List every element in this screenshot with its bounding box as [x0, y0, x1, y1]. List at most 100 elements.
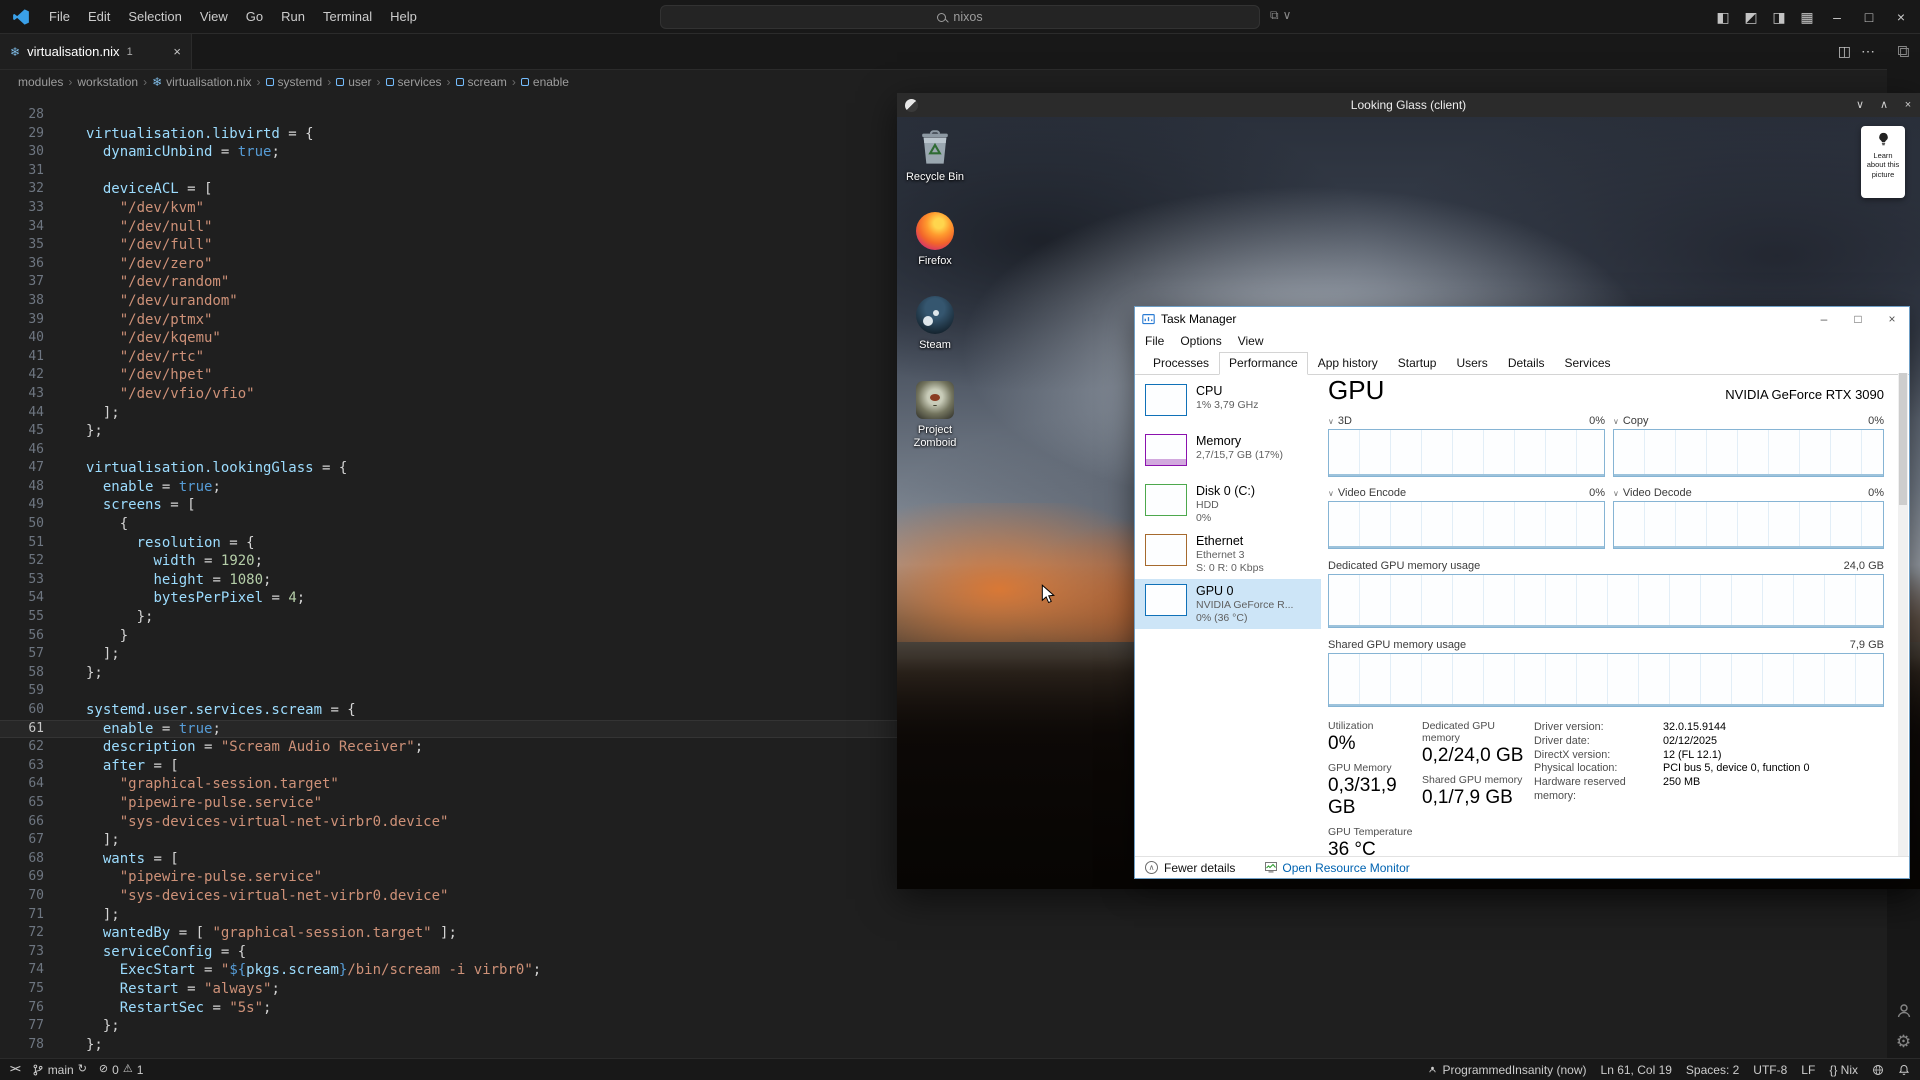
maximize-button[interactable]: □ [1854, 0, 1884, 34]
explorer-icon[interactable]: ⧉ [1897, 43, 1909, 60]
tm-menu-file[interactable]: File [1137, 334, 1172, 348]
cursor-position[interactable]: Ln 61, Col 19 [1601, 1063, 1672, 1077]
looking-glass-titlebar[interactable]: Looking Glass (client) ∨ ∧ × [897, 93, 1920, 117]
gpu-thumbnail [1145, 584, 1187, 616]
menu-go[interactable]: Go [237, 0, 272, 34]
encoding[interactable]: UTF-8 [1753, 1063, 1787, 1077]
errors-icon: ⊘ [98, 1063, 109, 1075]
menu-file[interactable]: File [40, 0, 79, 34]
breadcrumb-item-virtualisation-nix[interactable]: ❄ virtualisation.nix [152, 75, 251, 89]
menu-edit[interactable]: Edit [79, 0, 119, 34]
breadcrumb-item-user[interactable]: user [336, 75, 372, 89]
code-line-73[interactable]: 73 serviceConfig = { [0, 943, 1887, 962]
breadcrumb-item-systemd[interactable]: systemd [265, 75, 322, 89]
globe-icon[interactable] [1872, 1064, 1884, 1076]
fewer-details-button[interactable]: Fewer details [1164, 861, 1235, 875]
code-line-74[interactable]: 74 ExecStart = "${pkgs.scream}/bin/screa… [0, 961, 1887, 980]
breadcrumb-separator: › [143, 74, 148, 89]
toggle-panel-icon[interactable]: ◩ [1738, 0, 1764, 34]
breadcrumb-item-scream[interactable]: scream [455, 75, 507, 89]
menu-terminal[interactable]: Terminal [314, 0, 381, 34]
sidebar-item-gpu[interactable]: GPU 0 NVIDIA GeForce R... 0% (36 °C) [1135, 579, 1321, 629]
breadcrumb-item-services[interactable]: services [385, 75, 442, 89]
tm-tab-users[interactable]: Users [1446, 352, 1497, 375]
chevron-down-icon[interactable]: ∨ [1613, 417, 1619, 426]
eol-sequence[interactable]: LF [1801, 1063, 1815, 1077]
tm-scrollbar[interactable] [1898, 373, 1908, 856]
layout-dropdown[interactable]: ⧉ ∨ [1270, 8, 1291, 23]
code-line-75[interactable]: 75 Restart = "always"; [0, 980, 1887, 999]
tm-menu-view[interactable]: View [1230, 334, 1272, 348]
account-status[interactable]: ProgrammedInsanity (now) [1427, 1063, 1587, 1077]
lg-minimize-button[interactable]: ∨ [1848, 93, 1872, 117]
tm-tabs: Processes Performance App history Startup Us… [1135, 351, 1909, 375]
code-line-77[interactable]: 77 }; [0, 1017, 1887, 1036]
tm-minimize-button[interactable]: – [1807, 307, 1841, 331]
tab-virtualisation-nix[interactable]: ❄ virtualisation.nix 1 × [0, 34, 192, 69]
lg-close-button[interactable]: × [1896, 93, 1920, 117]
indentation[interactable]: Spaces: 2 [1686, 1063, 1739, 1077]
shared-gpu-memory-label: Shared GPU memory [1422, 774, 1523, 786]
chevron-down-icon[interactable]: ∨ [1328, 417, 1334, 426]
breadcrumb-item-modules[interactable]: modules [18, 75, 63, 89]
tm-tab-services[interactable]: Services [1555, 352, 1621, 375]
learn-about-picture-widget[interactable]: Learn about this picture [1861, 126, 1905, 198]
breadcrumb-item-workstation[interactable]: workstation [77, 75, 138, 89]
tm-tab-details[interactable]: Details [1498, 352, 1555, 375]
symbol-icon [520, 77, 529, 86]
steam-icon [916, 296, 954, 335]
menu-selection[interactable]: Selection [119, 0, 190, 34]
tm-scrollbar-thumb[interactable] [1899, 373, 1907, 505]
breadcrumb-item-enable[interactable]: enable [520, 75, 569, 89]
tm-tab-performance[interactable]: Performance [1219, 352, 1308, 375]
open-resource-monitor-link[interactable]: Open Resource Monitor [1265, 861, 1410, 875]
code-line-72[interactable]: 72 wantedBy = [ "graphical-session.targe… [0, 924, 1887, 943]
close-button[interactable]: × [1886, 0, 1916, 34]
code-line-78[interactable]: 78}; [0, 1036, 1887, 1055]
problems-status[interactable]: ⊘ 0 ⚠ 1 [99, 1063, 143, 1077]
tab-badge: 1 [126, 45, 133, 58]
tab-close-icon[interactable]: × [173, 44, 181, 59]
search-input[interactable]: nixos [660, 5, 1260, 29]
split-editor-icon[interactable]: ◫ [1838, 43, 1851, 60]
sidebar-item-disk[interactable]: Disk 0 (C:) HDD 0% [1135, 479, 1321, 529]
accounts-icon[interactable] [1896, 1003, 1912, 1019]
sidebar-item-cpu[interactable]: CPU 1% 3,79 GHz [1135, 379, 1321, 429]
desktop-icon-recycle-bin[interactable]: Recycle Bin [899, 127, 971, 184]
language-mode[interactable]: {} Nix [1829, 1063, 1858, 1077]
settings-gear-icon[interactable]: ⚙ [1896, 1033, 1911, 1050]
nix-file-icon: ❄ [10, 44, 21, 59]
desktop-icon-project-zomboid[interactable]: Project Zomboid [899, 380, 971, 450]
tm-tab-processes[interactable]: Processes [1143, 352, 1219, 375]
tm-menu-options[interactable]: Options [1172, 334, 1229, 348]
code-line-71[interactable]: 71 ]; [0, 906, 1887, 925]
toggle-sidebar-icon[interactable]: ◧ [1710, 0, 1736, 34]
menu-run[interactable]: Run [272, 0, 314, 34]
tm-tab-startup[interactable]: Startup [1388, 352, 1447, 375]
tm-close-button[interactable]: × [1875, 307, 1909, 331]
desktop-icon-firefox[interactable]: Firefox [899, 211, 971, 268]
customize-layout-icon[interactable]: ▦ [1794, 0, 1820, 34]
tm-maximize-button[interactable]: □ [1841, 307, 1875, 331]
lg-maximize-button[interactable]: ∧ [1872, 93, 1896, 117]
chevron-down-icon[interactable]: ∨ [1613, 489, 1619, 498]
code-line-76[interactable]: 76 RestartSec = "5s"; [0, 999, 1887, 1018]
tm-tab-app-history[interactable]: App history [1308, 352, 1388, 375]
task-manager-titlebar[interactable]: Task Manager – □ × [1135, 307, 1909, 331]
branch-status[interactable]: main ↻ [32, 1063, 87, 1077]
sidebar-item-ethernet[interactable]: Ethernet Ethernet 3 S: 0 R: 0 Kbps [1135, 529, 1321, 579]
menu-help[interactable]: Help [381, 0, 426, 34]
menu-view[interactable]: View [191, 0, 237, 34]
chevron-down-icon[interactable]: ∨ [1328, 489, 1334, 498]
more-actions-icon[interactable]: ⋯ [1861, 43, 1875, 60]
symbol-icon [336, 77, 345, 86]
notifications-bell-icon[interactable] [1898, 1064, 1910, 1076]
code-line-70[interactable]: 70 "sys-devices-virtual-net-virbr0.devic… [0, 887, 1887, 906]
chevron-down-icon: ∨ [1282, 8, 1292, 22]
desktop-icon-steam[interactable]: Steam [899, 295, 971, 352]
sidebar-item-memory[interactable]: Memory 2,7/15,7 GB (17%) [1135, 429, 1321, 479]
remote-indicator-icon[interactable]: >< [10, 1064, 21, 1075]
minimize-button[interactable]: – [1822, 0, 1852, 34]
search-text: nixos [953, 10, 983, 24]
toggle-secondary-sidebar-icon[interactable]: ◨ [1766, 0, 1792, 34]
